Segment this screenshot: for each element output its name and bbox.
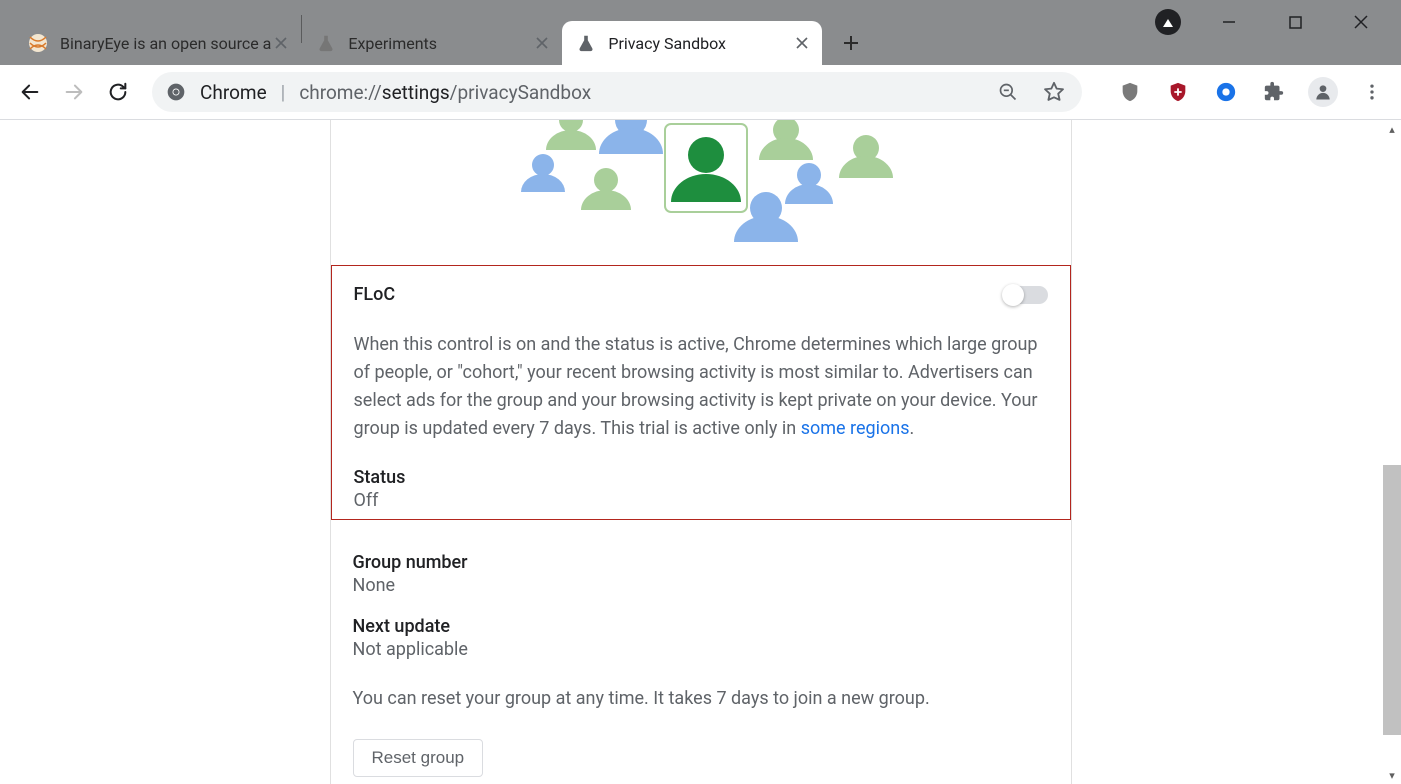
group-number-label: Group number bbox=[353, 552, 1049, 573]
chrome-icon bbox=[166, 82, 186, 102]
flask-icon bbox=[576, 33, 596, 53]
tab-privacy-sandbox[interactable]: Privacy Sandbox bbox=[562, 21, 822, 65]
extension-circle-icon[interactable] bbox=[1212, 78, 1240, 106]
bookmark-star-icon[interactable] bbox=[1040, 78, 1068, 106]
reset-note: You can reset your group at any time. It… bbox=[353, 688, 1049, 709]
tab-favicon-binaryeye bbox=[28, 33, 48, 53]
close-window-button[interactable] bbox=[1343, 4, 1379, 40]
reload-button[interactable] bbox=[98, 72, 138, 112]
origin-separator: | bbox=[281, 81, 286, 104]
url-display: chrome://settings/privacySandbox bbox=[299, 81, 591, 104]
floc-toggle[interactable] bbox=[1004, 286, 1048, 304]
status-label: Status bbox=[354, 467, 1048, 488]
floc-description: When this control is on and the status i… bbox=[354, 331, 1048, 443]
flask-icon bbox=[316, 33, 336, 53]
floc-lower: Group number None Next update Not applic… bbox=[331, 520, 1071, 784]
window-controls bbox=[1155, 0, 1401, 44]
overflow-menu-icon[interactable] bbox=[1358, 78, 1386, 106]
extensions-puzzle-icon[interactable] bbox=[1260, 78, 1288, 106]
tab-close-button[interactable] bbox=[271, 33, 291, 53]
status-block: Status Off bbox=[354, 467, 1048, 511]
new-tab-button[interactable] bbox=[834, 26, 868, 60]
tab-close-button[interactable] bbox=[792, 33, 812, 53]
tab-title: Privacy Sandbox bbox=[608, 34, 792, 53]
profile-avatar[interactable] bbox=[1308, 77, 1338, 107]
forward-button[interactable] bbox=[54, 72, 94, 112]
scroll-up-arrow[interactable]: ▴ bbox=[1383, 120, 1401, 138]
extensions-row bbox=[1116, 77, 1386, 107]
toggle-knob bbox=[1002, 284, 1024, 306]
next-update-label: Next update bbox=[353, 616, 1049, 637]
group-number-value: None bbox=[353, 575, 1049, 596]
floc-illustration bbox=[331, 120, 1071, 245]
tab-strip: BinaryEye is an open source a Experiment… bbox=[0, 0, 868, 65]
floc-section: FLoC When this control is on and the sta… bbox=[331, 265, 1071, 520]
toolbar: Chrome | chrome://settings/privacySandbo… bbox=[0, 65, 1401, 120]
incognito-icon bbox=[1155, 9, 1181, 35]
origin-label: Chrome bbox=[200, 81, 267, 104]
some-regions-link[interactable]: some regions bbox=[801, 418, 910, 439]
tab-title: Experiments bbox=[348, 34, 532, 53]
next-update-value: Not applicable bbox=[353, 639, 1049, 660]
settings-card: FLoC When this control is on and the sta… bbox=[330, 120, 1072, 784]
scroll-down-arrow[interactable]: ▾ bbox=[1383, 766, 1401, 784]
adblock-shield-icon[interactable] bbox=[1164, 78, 1192, 106]
tab-title: BinaryEye is an open source a bbox=[60, 34, 271, 53]
vertical-scrollbar[interactable]: ▴ ▾ bbox=[1383, 120, 1401, 784]
tab-experiments[interactable]: Experiments bbox=[302, 21, 562, 65]
status-value: Off bbox=[354, 490, 1048, 511]
scrollbar-thumb[interactable] bbox=[1383, 465, 1401, 735]
settings-viewport: FLoC When this control is on and the sta… bbox=[0, 120, 1401, 784]
address-bar[interactable]: Chrome | chrome://settings/privacySandbo… bbox=[152, 72, 1082, 112]
zoom-icon[interactable] bbox=[994, 78, 1022, 106]
titlebar: BinaryEye is an open source a Experiment… bbox=[0, 0, 1401, 65]
tab-close-button[interactable] bbox=[532, 33, 552, 53]
floc-heading: FLoC bbox=[354, 284, 396, 305]
ublock-shield-icon[interactable] bbox=[1116, 78, 1144, 106]
back-button[interactable] bbox=[10, 72, 50, 112]
reset-group-button[interactable]: Reset group bbox=[353, 739, 484, 777]
minimize-button[interactable] bbox=[1211, 4, 1247, 40]
tab-binaryeye[interactable]: BinaryEye is an open source a bbox=[14, 21, 301, 65]
maximize-button[interactable] bbox=[1277, 4, 1313, 40]
